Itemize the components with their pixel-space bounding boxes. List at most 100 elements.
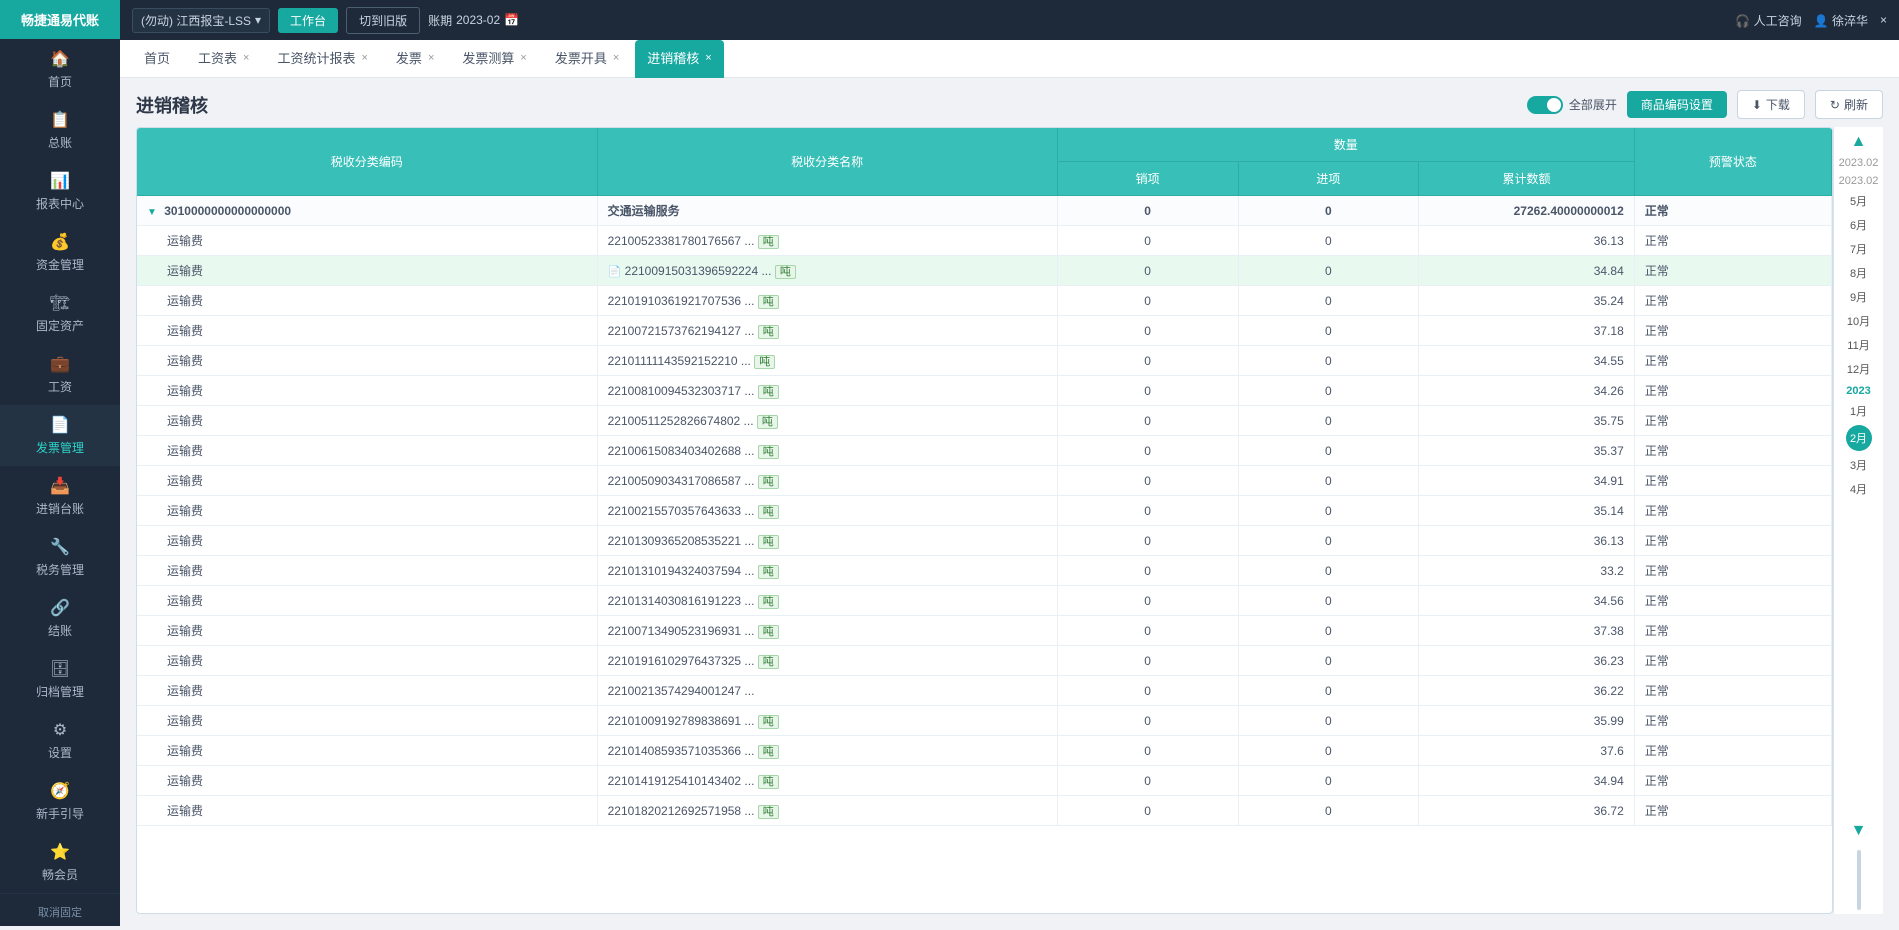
row-purchase: 0: [1238, 406, 1419, 436]
row-invoice-no: 22101408593571035366 ... 吨: [597, 736, 1057, 766]
table-row: 运输费 22101111143592152210 ... 吨 0 0 34.55…: [137, 346, 1832, 376]
avatar: 👤: [1814, 14, 1829, 28]
tab-payroll-label: 工资表: [198, 48, 237, 67]
month-7[interactable]: 7月: [1834, 237, 1883, 261]
month-12[interactable]: 12月: [1834, 357, 1883, 381]
archive-icon: 🗄: [50, 659, 70, 679]
sidebar-item-close-period[interactable]: 🔗 结账: [0, 588, 120, 649]
company-selector[interactable]: (勿动) 江西报宝-LSS ▾: [132, 8, 270, 33]
tab-sales-audit-close[interactable]: ×: [705, 52, 711, 64]
sidebar-item-settings[interactable]: ⚙ 设置: [0, 710, 120, 771]
sidebar-item-ledger[interactable]: 📋 总账: [0, 100, 120, 161]
table-row: 运输费 22100615083403402688 ... 吨 0 0 35.37…: [137, 436, 1832, 466]
sidebar-item-reports[interactable]: 📊 报表中心: [0, 161, 120, 222]
row-invoice-no: 22100509034317086587 ... 吨: [597, 466, 1057, 496]
tab-payroll-stats-close[interactable]: ×: [361, 52, 367, 64]
unpin-sidebar[interactable]: 取消固定: [0, 893, 120, 930]
download-button[interactable]: ⬇ 下载: [1737, 90, 1805, 119]
main-area: (勿动) 江西报宝-LSS ▾ 工作台 切到旧版 账期 2023-02 📅 🎧 …: [120, 0, 1899, 926]
row-item: 运输费: [137, 376, 597, 406]
col-header-total: 累计数额: [1419, 162, 1634, 196]
row-item: 运输费: [137, 496, 597, 526]
row-sales: 0: [1057, 466, 1238, 496]
month-1[interactable]: 1月: [1834, 399, 1883, 423]
month-8[interactable]: 8月: [1834, 261, 1883, 285]
table-row: 运输费 22101009192789838691 ... 吨 0 0 35.99…: [137, 706, 1832, 736]
sidebar-item-sales-ledger[interactable]: 📥 进销台账: [0, 466, 120, 527]
tab-invoice-issue-close[interactable]: ×: [613, 52, 619, 64]
expand-all-toggle[interactable]: 全部展开: [1527, 96, 1617, 114]
table-row: 运输费 22101916102976437325 ... 吨 0 0 36.23…: [137, 646, 1832, 676]
tab-home[interactable]: 首页: [132, 40, 182, 78]
table-row: 运输费 22100721573762194127 ... 吨 0 0 37.18…: [137, 316, 1832, 346]
sidebar-item-member[interactable]: ⭐ 畅会员: [0, 832, 120, 893]
sidebar-item-assets[interactable]: 🏗 固定资产: [0, 283, 120, 344]
month-5[interactable]: 5月: [1834, 189, 1883, 213]
row-invoice-no: 22101314030816191223 ... 吨: [597, 586, 1057, 616]
row-total: 37.18: [1419, 316, 1634, 346]
unit-tag: 吨: [775, 265, 796, 279]
tab-invoice[interactable]: 发票 ×: [384, 40, 446, 78]
sidebar-item-home[interactable]: 🏠 首页: [0, 39, 120, 100]
sidebar-item-guide[interactable]: 🧭 新手引导: [0, 771, 120, 832]
month-2-active[interactable]: 2月: [1846, 425, 1872, 451]
month-4[interactable]: 4月: [1834, 477, 1883, 501]
month-3[interactable]: 3月: [1834, 453, 1883, 477]
row-invoice-no: 22100523381780176567 ... 吨: [597, 226, 1057, 256]
unit-tag: 吨: [758, 625, 779, 639]
period-label: 账期 2023-02 📅: [428, 12, 519, 29]
row-purchase: 0: [1238, 376, 1419, 406]
table-row: 运输费 22101309365208535221 ... 吨 0 0 36.13…: [137, 526, 1832, 556]
row-status: 正常: [1634, 676, 1831, 706]
sidebar-item-payroll[interactable]: 💼 工资: [0, 344, 120, 405]
tab-sales-audit[interactable]: 进销稽核 ×: [635, 40, 723, 78]
row-sales: 0: [1057, 436, 1238, 466]
month-10[interactable]: 10月: [1834, 309, 1883, 333]
tab-invoice-issue[interactable]: 发票开具 ×: [543, 40, 631, 78]
month-6[interactable]: 6月: [1834, 213, 1883, 237]
company-name: (勿动) 江西报宝-LSS: [141, 12, 251, 29]
tab-invoice-calc-close[interactable]: ×: [520, 52, 526, 64]
row-invoice-no: 22101111143592152210 ... 吨: [597, 346, 1057, 376]
finance-icon: 💰: [50, 232, 70, 252]
collapse-icon[interactable]: ▼: [147, 207, 157, 218]
help-button[interactable]: 🎧 人工咨询: [1735, 12, 1801, 29]
tab-payroll-stats[interactable]: 工资统计报表 ×: [265, 40, 379, 78]
sidebar-item-finance[interactable]: 💰 资金管理: [0, 222, 120, 283]
close-button[interactable]: ×: [1880, 13, 1887, 27]
table-row: 运输费 📄 22100915031396592224 ... 吨 0 0 34.…: [137, 256, 1832, 286]
table-row: 运输费 22100215570357643633 ... 吨 0 0 35.14…: [137, 496, 1832, 526]
product-code-settings-button[interactable]: 商品编码设置: [1627, 91, 1727, 118]
col-header-purchase: 进项: [1238, 162, 1419, 196]
row-status: 正常: [1634, 196, 1831, 226]
unit-tag: 吨: [758, 715, 779, 729]
tab-payroll[interactable]: 工资表 ×: [186, 40, 261, 78]
row-invoice-no: 22101916102976437325 ... 吨: [597, 646, 1057, 676]
tab-sales-audit-label: 进销稽核: [647, 48, 699, 67]
sidebar-item-invoice-mgmt[interactable]: 📄 发票管理: [0, 405, 120, 466]
sidebar-item-label: 归档管理: [36, 683, 84, 700]
row-purchase: 0: [1238, 736, 1419, 766]
sidebar-item-archive[interactable]: 🗄 归档管理: [0, 649, 120, 710]
row-invoice-no: 22100713490523196931 ... 吨: [597, 616, 1057, 646]
row-purchase: 0: [1238, 436, 1419, 466]
sidebar-item-tax[interactable]: 🔧 税务管理: [0, 527, 120, 588]
period-calendar-icon[interactable]: 📅: [504, 13, 519, 27]
panel-up-arrow[interactable]: ▲: [1849, 131, 1869, 153]
tab-payroll-close[interactable]: ×: [243, 52, 249, 64]
workbench-button[interactable]: 工作台: [278, 8, 338, 33]
user-info[interactable]: 👤 徐淬华: [1814, 12, 1868, 29]
panel-down-arrow[interactable]: ▼: [1849, 820, 1869, 842]
toggle-switch[interactable]: [1527, 96, 1563, 114]
row-purchase: 0: [1238, 706, 1419, 736]
unit-tag: 吨: [758, 385, 779, 399]
month-9[interactable]: 9月: [1834, 285, 1883, 309]
refresh-button[interactable]: ↻ 刷新: [1815, 90, 1883, 119]
month-11[interactable]: 11月: [1834, 333, 1883, 357]
row-sales: 0: [1057, 226, 1238, 256]
tab-invoice-close[interactable]: ×: [428, 52, 434, 64]
row-total: 33.2: [1419, 556, 1634, 586]
row-total: 35.24: [1419, 286, 1634, 316]
switch-version-button[interactable]: 切到旧版: [346, 7, 420, 34]
tab-invoice-calc[interactable]: 发票测算 ×: [450, 40, 538, 78]
